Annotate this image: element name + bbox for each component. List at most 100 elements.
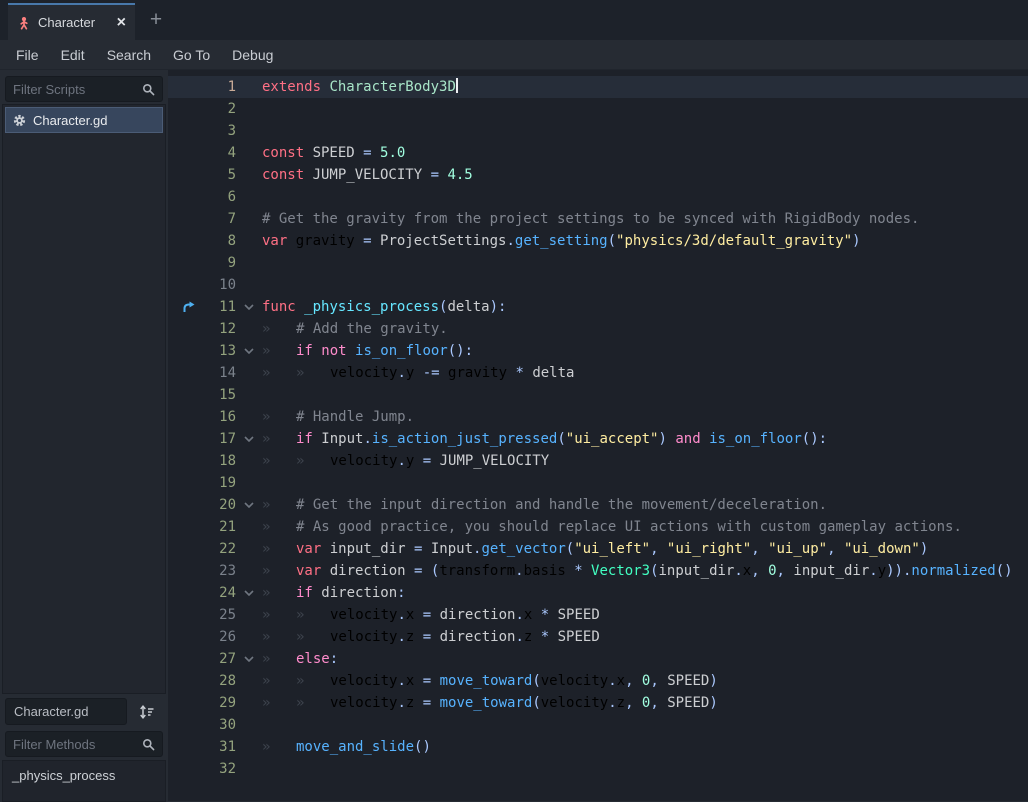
method-item-physics-process[interactable]: _physics_process — [12, 768, 156, 783]
code-line[interactable]: 31»move_and_slide() — [168, 736, 1028, 758]
code-line[interactable]: 25»»velocity.x = direction.x * SPEED — [168, 604, 1028, 626]
code-editor[interactable]: 1extends CharacterBody3D234const SPEED =… — [168, 70, 1028, 801]
code-token: move_and_slide — [296, 739, 414, 755]
menu-edit[interactable]: Edit — [50, 47, 96, 63]
code-token: . — [397, 695, 405, 711]
code-line[interactable]: 12»# Add the gravity. — [168, 318, 1028, 340]
code-line[interactable]: 30 — [168, 714, 1028, 736]
code-text: var gravity = ProjectSettings.get_settin… — [262, 230, 1028, 252]
code-line[interactable]: 4const SPEED = 5.0 — [168, 142, 1028, 164]
code-text: »move_and_slide() — [262, 736, 1028, 758]
code-token: * — [574, 563, 591, 579]
filter-methods-input[interactable] — [13, 737, 138, 752]
code-token: const — [262, 167, 313, 183]
code-token: get_vector — [481, 541, 565, 557]
code-line[interactable]: 22»var input_dir = Input.get_vector("ui_… — [168, 538, 1028, 560]
gutter-margin — [168, 604, 198, 626]
line-number: 23 — [198, 560, 236, 582]
code-token: "ui_right" — [667, 541, 751, 557]
fold-icon[interactable] — [236, 340, 262, 362]
code-line[interactable]: 29»»velocity.z = move_toward(velocity.z,… — [168, 692, 1028, 714]
code-token: (): — [802, 431, 827, 447]
menu-bar: File Edit Search Go To Debug — [0, 40, 1028, 70]
filter-scripts-input[interactable] — [13, 82, 138, 97]
tab-indent-marker: » — [296, 604, 330, 626]
line-number: 13 — [198, 340, 236, 362]
fold-icon[interactable] — [236, 428, 262, 450]
menu-goto[interactable]: Go To — [162, 47, 221, 63]
code-line[interactable]: 21»# As good practice, you should replac… — [168, 516, 1028, 538]
code-text — [262, 274, 1028, 296]
line-number: 22 — [198, 538, 236, 560]
code-token: y — [878, 563, 886, 579]
close-tab-icon[interactable]: × — [117, 15, 126, 31]
code-line[interactable]: 15 — [168, 384, 1028, 406]
line-number: 5 — [198, 164, 236, 186]
fold-gutter — [236, 604, 262, 626]
code-line[interactable]: 9 — [168, 252, 1028, 274]
menu-search[interactable]: Search — [96, 47, 162, 63]
code-line[interactable]: 27»else: — [168, 648, 1028, 670]
tab-indent-marker: » — [296, 626, 330, 648]
script-item-character-gd[interactable]: Character.gd — [5, 107, 163, 133]
sort-methods-button[interactable] — [131, 698, 163, 725]
code-line[interactable]: 16»# Handle Jump. — [168, 406, 1028, 428]
code-token: . — [397, 365, 405, 381]
tab-character[interactable]: Character × — [8, 3, 135, 40]
gutter-margin — [168, 120, 198, 142]
code-line[interactable]: 5const JUMP_VELOCITY = 4.5 — [168, 164, 1028, 186]
code-line[interactable]: 3 — [168, 120, 1028, 142]
code-line[interactable]: 10 — [168, 274, 1028, 296]
code-line[interactable]: 19 — [168, 472, 1028, 494]
code-line[interactable]: 11func _physics_process(delta): — [168, 296, 1028, 318]
script-tab-bar: Character × + — [0, 0, 1028, 40]
code-token: is_action_just_pressed — [372, 431, 557, 447]
gutter-margin — [168, 252, 198, 274]
tab-indent-marker: » — [262, 494, 296, 516]
code-token: . — [515, 629, 523, 645]
new-tab-button[interactable]: + — [143, 6, 169, 34]
code-line[interactable]: 20»# Get the input direction and handle … — [168, 494, 1028, 516]
code-line[interactable]: 32 — [168, 758, 1028, 780]
tab-indent-marker: » — [262, 340, 296, 362]
code-token: = — [423, 453, 440, 469]
code-line[interactable]: 6 — [168, 186, 1028, 208]
code-token: "ui_up" — [768, 541, 827, 557]
menu-file[interactable]: File — [16, 47, 50, 63]
menu-debug[interactable]: Debug — [221, 47, 284, 63]
code-line[interactable]: 17»if Input.is_action_just_pressed("ui_a… — [168, 428, 1028, 450]
code-line[interactable]: 8var gravity = ProjectSettings.get_setti… — [168, 230, 1028, 252]
fold-icon[interactable] — [236, 296, 262, 318]
gutter-margin — [168, 494, 198, 516]
code-line[interactable]: 23»var direction = (transform.basis * Ve… — [168, 560, 1028, 582]
code-line[interactable]: 1extends CharacterBody3D — [168, 76, 1028, 98]
fold-icon[interactable] — [236, 582, 262, 604]
code-line[interactable]: 2 — [168, 98, 1028, 120]
code-token: gravity — [448, 365, 515, 381]
code-line[interactable]: 13»if not is_on_floor(): — [168, 340, 1028, 362]
code-line[interactable]: 28»»velocity.x = move_toward(velocity.x,… — [168, 670, 1028, 692]
code-line[interactable]: 14»»velocity.y -= gravity * delta — [168, 362, 1028, 384]
code-token: = — [423, 629, 440, 645]
fold-gutter — [236, 98, 262, 120]
line-number: 11 — [198, 296, 236, 318]
fold-gutter — [236, 538, 262, 560]
code-token: y — [406, 365, 423, 381]
fold-icon[interactable] — [236, 494, 262, 516]
code-token: normalized — [911, 563, 995, 579]
code-text: »»velocity.z = move_toward(velocity.z, 0… — [262, 692, 1028, 714]
code-line[interactable]: 7# Get the gravity from the project sett… — [168, 208, 1028, 230]
code-line[interactable]: 18»»velocity.y = JUMP_VELOCITY — [168, 450, 1028, 472]
code-text: »»velocity.x = move_toward(velocity.x, 0… — [262, 670, 1028, 692]
line-number: 24 — [198, 582, 236, 604]
code-line[interactable]: 26»»velocity.z = direction.z * SPEED — [168, 626, 1028, 648]
code-text: # Get the gravity from the project setti… — [262, 208, 1028, 230]
override-method-icon[interactable] — [168, 296, 198, 318]
code-token: . — [397, 607, 405, 623]
code-line[interactable]: 24»if direction: — [168, 582, 1028, 604]
fold-gutter — [236, 406, 262, 428]
code-token: x — [524, 607, 541, 623]
tab-indent-marker: » — [262, 692, 296, 714]
line-number: 25 — [198, 604, 236, 626]
fold-icon[interactable] — [236, 648, 262, 670]
